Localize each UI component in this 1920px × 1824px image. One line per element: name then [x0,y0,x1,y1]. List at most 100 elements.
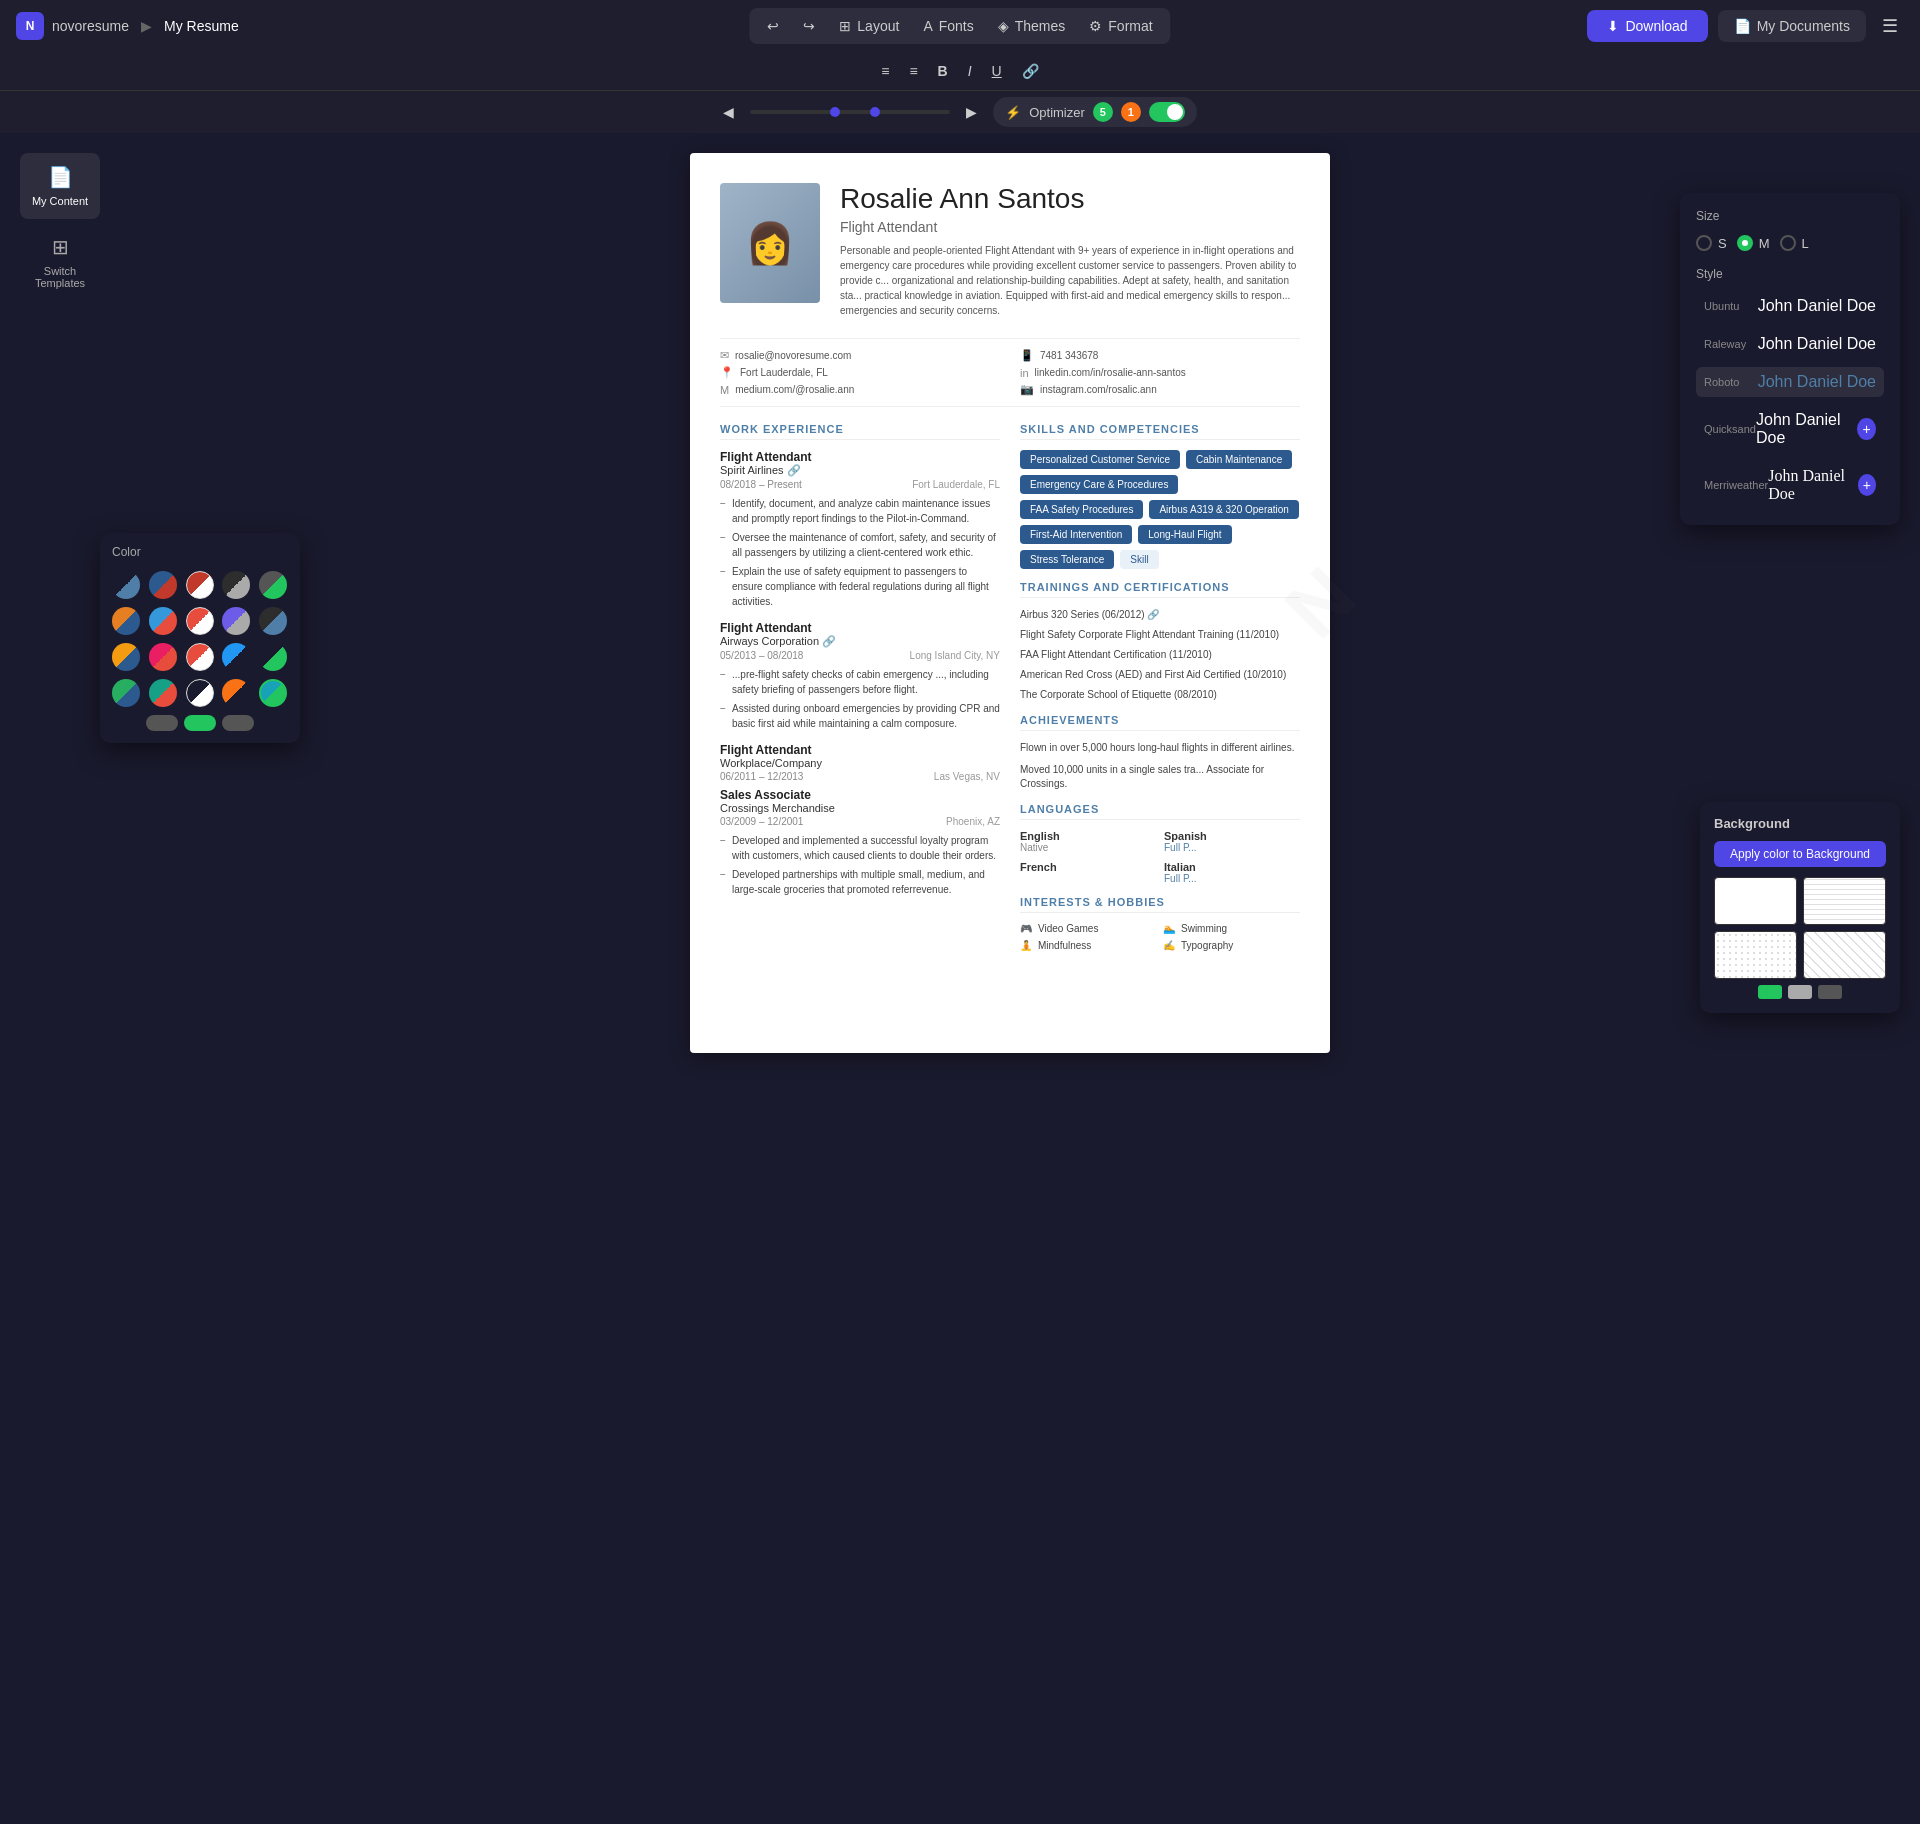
bg-pattern-white[interactable] [1714,877,1797,925]
hamburger-button[interactable]: ☰ [1876,9,1904,43]
cert-item[interactable]: FAA Flight Attendant Certification (11/2… [1020,648,1300,662]
quicksand-plus[interactable]: + [1857,418,1876,440]
font-merriweather[interactable]: Merriweather John Daniel Doe + [1696,461,1884,509]
color-swatch[interactable] [222,607,250,635]
ruler-track[interactable] [750,110,950,114]
color-swatch[interactable] [149,679,177,707]
list-item[interactable]: Identify, document, and analyze cabin ma… [720,496,1000,526]
undo-button[interactable]: ↩ [757,12,789,40]
job-1: Flight Attendant Spirit Airlines 🔗 08/20… [720,450,1000,609]
list-item[interactable]: Developed partnerships with multiple sma… [720,867,1000,897]
skill-tag[interactable]: Cabin Maintenance [1186,450,1292,469]
download-button[interactable]: ⬇ Download [1587,10,1707,42]
bg-pattern-waves[interactable] [1803,931,1886,979]
sidebar-item-my-content[interactable]: 📄 My Content [20,153,100,219]
job-2-title[interactable]: Flight Attendant [720,621,1000,635]
list-item[interactable]: Assisted during onboard emergencies by p… [720,701,1000,731]
ruler-right-arrow[interactable]: ▶ [966,104,977,120]
align-left-button[interactable]: ≡ [873,58,897,84]
list-item[interactable]: Oversee the maintenance of comfort, safe… [720,530,1000,560]
color-swatch[interactable] [259,607,287,635]
color-swatch[interactable] [259,679,287,707]
ruler-handle-right[interactable] [870,107,880,117]
size-option-s[interactable]: S [1696,235,1727,251]
themes-button[interactable]: ◈ Themes [988,12,1076,40]
size-option-m[interactable]: M [1737,235,1770,251]
format-button[interactable]: ⚙ Format [1079,12,1162,40]
color-swatch[interactable] [186,679,214,707]
color-swatch[interactable] [186,571,214,599]
cert-item[interactable]: American Red Cross (AED) and First Aid C… [1020,668,1300,682]
ruler-left-arrow[interactable]: ◀ [723,104,734,120]
job-4-title[interactable]: Sales Associate [720,788,1000,802]
font-quicksand[interactable]: Quicksand John Daniel Doe + [1696,405,1884,453]
skill-tag[interactable]: Long-Haul Flight [1138,525,1231,544]
color-swatch[interactable] [149,607,177,635]
radio-s[interactable] [1696,235,1712,251]
color-swatch[interactable] [259,571,287,599]
bg-color-gray[interactable] [1788,985,1812,999]
small-toggle-3[interactable] [222,715,254,731]
merriweather-plus[interactable]: + [1858,474,1876,496]
color-swatch[interactable] [112,571,140,599]
cert-item[interactable]: The Corporate School of Etiquette (08/20… [1020,688,1300,702]
apply-color-button[interactable]: Apply color to Background [1714,841,1886,867]
cert-item[interactable]: Flight Safety Corporate Flight Attendant… [1020,628,1300,642]
skill-tag[interactable]: First-Aid Intervention [1020,525,1132,544]
optimizer-pill[interactable]: ⚡ Optimizer 5 1 [993,97,1197,127]
bg-color-teal[interactable] [1758,985,1782,999]
list-item[interactable]: ...pre-flight safety checks of cabin eme… [720,667,1000,697]
skill-tag[interactable]: Airbus A319 & 320 Operation [1149,500,1299,519]
color-swatch[interactable] [222,679,250,707]
color-swatch[interactable] [112,679,140,707]
skill-tag[interactable]: Skill [1120,550,1158,569]
bold-button[interactable]: B [930,58,956,84]
my-documents-button[interactable]: 📄 My Documents [1718,10,1866,42]
italic-button[interactable]: I [960,58,980,84]
skill-tag[interactable]: Stress Tolerance [1020,550,1114,569]
align-center-button[interactable]: ≡ [901,58,925,84]
radio-m[interactable] [1737,235,1753,251]
fonts-button[interactable]: A Fonts [913,12,983,40]
layout-button[interactable]: ⊞ Layout [829,12,909,40]
small-toggle-2[interactable] [184,715,216,731]
color-swatch[interactable] [222,571,250,599]
bg-color-dark[interactable] [1818,985,1842,999]
color-swatch[interactable] [259,643,287,671]
font-roboto[interactable]: Roboto John Daniel Doe [1696,367,1884,397]
skill-tag[interactable]: Personalized Customer Service [1020,450,1180,469]
color-swatch[interactable] [112,643,140,671]
link-button[interactable]: 🔗 [1014,58,1047,84]
bg-pattern-dots[interactable] [1714,931,1797,979]
small-toggle-1[interactable] [146,715,178,731]
resume-job-title[interactable]: Flight Attendant [840,219,1300,235]
skill-tag[interactable]: Emergency Care & Procedures [1020,475,1178,494]
size-option-l[interactable]: L [1780,235,1809,251]
optimizer-toggle[interactable] [1149,102,1185,122]
skill-tag[interactable]: FAA Safety Procedures [1020,500,1143,519]
color-swatch[interactable] [222,643,250,671]
font-ubuntu[interactable]: Ubuntu John Daniel Doe [1696,291,1884,321]
color-swatch[interactable] [149,643,177,671]
achievement-item[interactable]: Moved 10,000 units in a single sales tra… [1020,763,1300,791]
list-item[interactable]: Explain the use of safety equipment to p… [720,564,1000,609]
job-3-title[interactable]: Flight Attendant [720,743,1000,757]
radio-l[interactable] [1780,235,1796,251]
color-swatch[interactable] [186,643,214,671]
color-swatch[interactable] [186,607,214,635]
job-1-title[interactable]: Flight Attendant [720,450,1000,464]
color-swatch[interactable] [149,571,177,599]
redo-button[interactable]: ↪ [793,12,825,40]
sidebar-item-switch-templates[interactable]: ⊞ Switch Templates [20,223,100,301]
cert-item[interactable]: Airbus 320 Series (06/2012) 🔗 [1020,608,1300,622]
underline-button[interactable]: U [984,58,1010,84]
resume-name[interactable]: Rosalie Ann Santos [840,183,1300,215]
font-raleway[interactable]: Raleway John Daniel Doe [1696,329,1884,359]
ruler-handle-left[interactable] [830,107,840,117]
color-swatch[interactable] [112,607,140,635]
bg-pattern-lines[interactable] [1803,877,1886,925]
list-item[interactable]: Developed and implemented a successful l… [720,833,1000,863]
resume-title[interactable]: My Resume [164,18,239,34]
achievement-item[interactable]: Flown in over 5,000 hours long-haul flig… [1020,741,1300,755]
resume-summary[interactable]: Personable and people-oriented Flight At… [840,243,1300,318]
